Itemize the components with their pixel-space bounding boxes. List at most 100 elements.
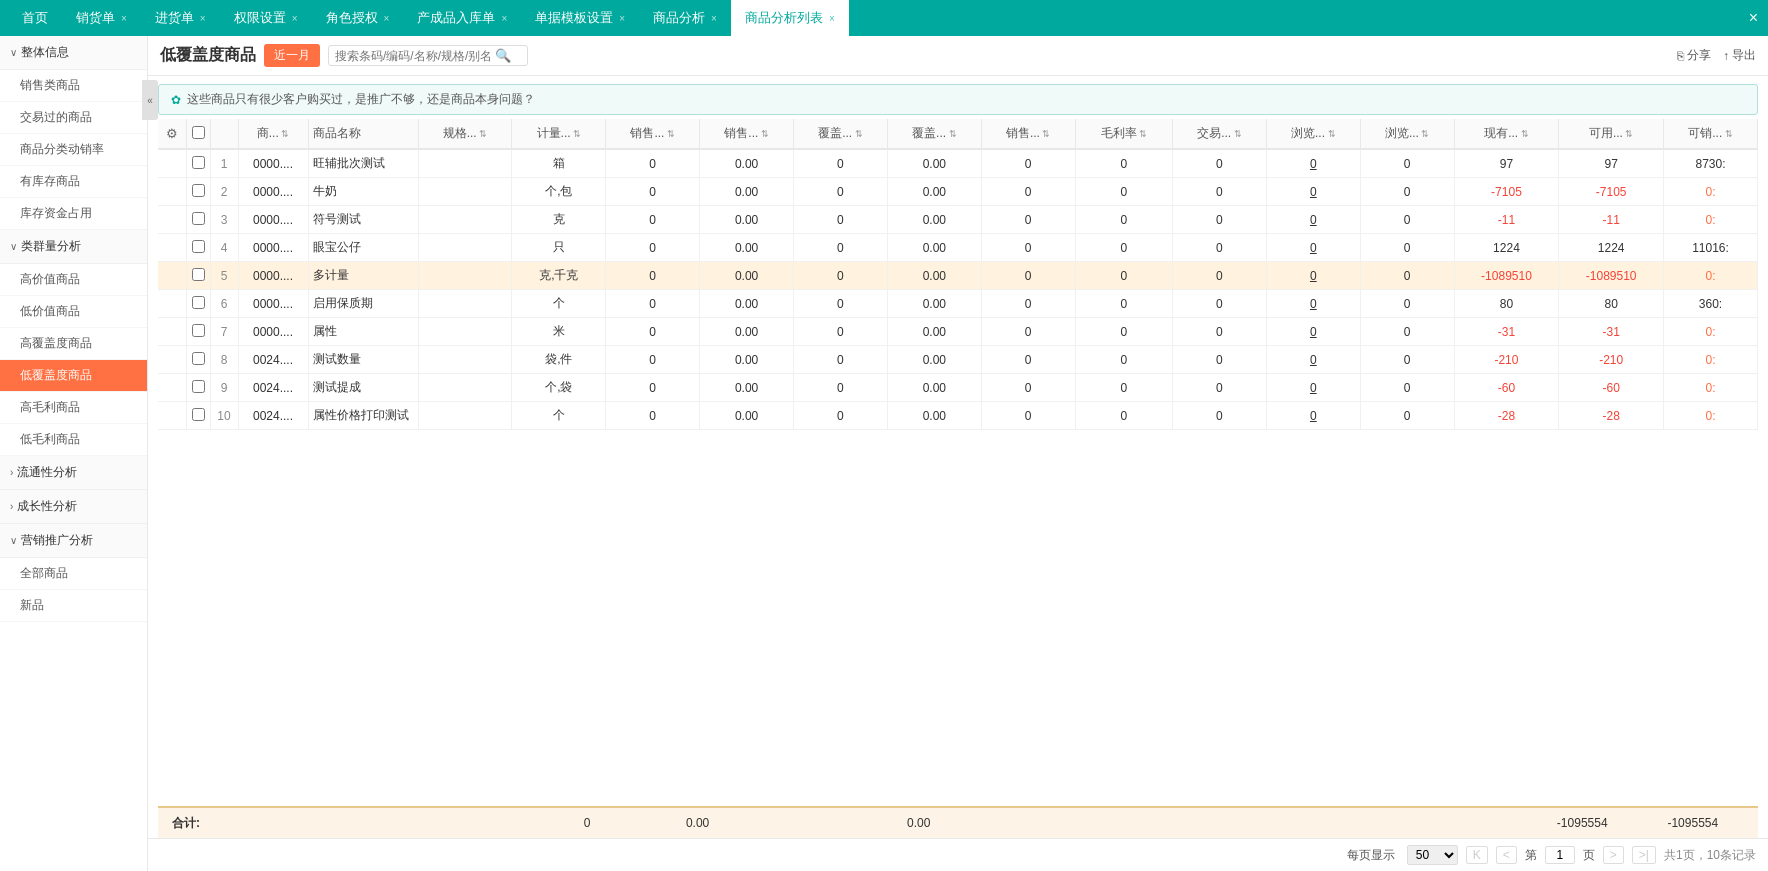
col-view1-header[interactable]: 浏览... ⇅ — [1266, 119, 1360, 149]
row-checkbox-0[interactable] — [192, 156, 205, 169]
col-usable-header[interactable]: 可用... ⇅ — [1559, 119, 1664, 149]
cell-check-4[interactable] — [186, 262, 210, 290]
nav-purchase-order[interactable]: 进货单 × — [141, 0, 220, 36]
sidebar-item-high-margin[interactable]: 高毛利商品 — [0, 392, 147, 424]
col-sales1-header[interactable]: 销售... ⇅ — [606, 119, 700, 149]
cell-view1-5[interactable]: 0 — [1266, 290, 1360, 318]
settings-gear-icon[interactable]: ⚙ — [166, 126, 178, 141]
sidebar-item-in-stock[interactable]: 有库存商品 — [0, 166, 147, 198]
row-checkbox-3[interactable] — [192, 240, 205, 253]
sidebar-item-high-coverage[interactable]: 高覆盖度商品 — [0, 328, 147, 360]
cell-view1-1[interactable]: 0 — [1266, 178, 1360, 206]
cell-view1-9[interactable]: 0 — [1266, 402, 1360, 430]
col-spec-header[interactable]: 规格... ⇅ — [418, 119, 512, 149]
sidebar-item-stock-capital[interactable]: 库存资金占用 — [0, 198, 147, 230]
cell-cover2-4: 0.00 — [887, 262, 981, 290]
sidebar-item-low-value[interactable]: 低价值商品 — [0, 296, 147, 328]
col-cover1-header[interactable]: 覆盖... ⇅ — [794, 119, 888, 149]
sidebar-collapse-button[interactable]: « — [142, 80, 158, 120]
row-checkbox-7[interactable] — [192, 352, 205, 365]
col-code-header[interactable]: 商... ⇅ — [238, 119, 308, 149]
row-checkbox-6[interactable] — [192, 324, 205, 337]
sidebar-item-traded-goods[interactable]: 交易过的商品 — [0, 102, 147, 134]
nav-product-analysis-list[interactable]: 商品分析列表 × — [731, 0, 849, 36]
last-page-btn[interactable]: >| — [1632, 846, 1656, 864]
col-settings-header[interactable]: ⚙ — [158, 119, 186, 149]
prev-page-btn[interactable]: < — [1496, 846, 1517, 864]
nav-template-settings[interactable]: 单据模板设置 × — [521, 0, 639, 36]
sidebar-section-marketing[interactable]: ∨ 营销推广分析 — [0, 524, 147, 558]
sidebar-item-low-margin[interactable]: 低毛利商品 — [0, 424, 147, 456]
sidebar-section-circulation[interactable]: › 流通性分析 — [0, 456, 147, 490]
col-trade-header[interactable]: 交易... ⇅ — [1172, 119, 1266, 149]
nav-home[interactable]: 首页 — [8, 0, 62, 36]
sidebar-item-low-coverage[interactable]: 低覆盖度商品 — [0, 360, 147, 392]
sidebar-section-growth[interactable]: › 成长性分析 — [0, 490, 147, 524]
cell-check-1[interactable] — [186, 178, 210, 206]
cell-check-0[interactable] — [186, 149, 210, 178]
cell-view1-8[interactable]: 0 — [1266, 374, 1360, 402]
nav-role-auth[interactable]: 角色授权 × — [312, 0, 404, 36]
cell-view1-2[interactable]: 0 — [1266, 206, 1360, 234]
nav-product-analysis[interactable]: 商品分析 × — [639, 0, 731, 36]
cell-view1-0[interactable]: 0 — [1266, 149, 1360, 178]
select-all-checkbox[interactable] — [192, 126, 205, 139]
filter-recent-month-btn[interactable]: 近一月 — [264, 44, 320, 67]
close-product-analysis-icon[interactable]: × — [711, 13, 717, 24]
window-close-btn[interactable]: × — [1749, 9, 1758, 27]
close-sales-order-icon[interactable]: × — [121, 13, 127, 24]
col-grossrate-header[interactable]: 毛利率 ⇅ — [1075, 119, 1172, 149]
sidebar-item-sales-goods[interactable]: 销售类商品 — [0, 70, 147, 102]
cell-view1-7[interactable]: 0 — [1266, 346, 1360, 374]
col-sales2-header[interactable]: 销售... ⇅ — [700, 119, 794, 149]
nav-sales-order[interactable]: 销货单 × — [62, 0, 141, 36]
sidebar-item-high-value[interactable]: 高价值商品 — [0, 264, 147, 296]
cell-check-3[interactable] — [186, 234, 210, 262]
sidebar-section-overall[interactable]: ∨ 整体信息 — [0, 36, 147, 70]
col-view2-header[interactable]: 浏览... ⇅ — [1360, 119, 1454, 149]
row-checkbox-4[interactable] — [192, 268, 205, 281]
cell-check-2[interactable] — [186, 206, 210, 234]
col-unit-header[interactable]: 计量... ⇅ — [512, 119, 606, 149]
close-permissions-icon[interactable]: × — [292, 13, 298, 24]
col-check-header[interactable] — [186, 119, 210, 149]
search-input[interactable] — [335, 49, 495, 63]
row-checkbox-8[interactable] — [192, 380, 205, 393]
page-size-select[interactable]: 50 10 20 100 — [1407, 845, 1458, 865]
col-sales3-header[interactable]: 销售... ⇅ — [981, 119, 1075, 149]
close-product-analysis-list-icon[interactable]: × — [829, 13, 835, 24]
cell-check-6[interactable] — [186, 318, 210, 346]
close-product-warehouse-icon[interactable]: × — [501, 13, 507, 24]
row-checkbox-5[interactable] — [192, 296, 205, 309]
cell-check-9[interactable] — [186, 402, 210, 430]
sidebar-section-category-analysis[interactable]: ∨ 类群量分析 — [0, 230, 147, 264]
col-cover2-header[interactable]: 覆盖... ⇅ — [887, 119, 981, 149]
row-checkbox-1[interactable] — [192, 184, 205, 197]
cell-view1-6[interactable]: 0 — [1266, 318, 1360, 346]
share-button[interactable]: ⎘ 分享 — [1677, 47, 1711, 64]
page-number-input[interactable] — [1545, 846, 1575, 864]
row-checkbox-2[interactable] — [192, 212, 205, 225]
next-page-btn[interactable]: > — [1603, 846, 1624, 864]
nav-permissions[interactable]: 权限设置 × — [220, 0, 312, 36]
sidebar-item-new-goods[interactable]: 新品 — [0, 590, 147, 622]
col-current-header[interactable]: 现有... ⇅ — [1454, 119, 1559, 149]
close-template-icon[interactable]: × — [619, 13, 625, 24]
col-name-header: 商品名称 — [308, 119, 418, 149]
sidebar-item-category-rate[interactable]: 商品分类动销率 — [0, 134, 147, 166]
close-purchase-order-icon[interactable]: × — [200, 13, 206, 24]
close-role-auth-icon[interactable]: × — [384, 13, 390, 24]
search-icon[interactable]: 🔍 — [495, 48, 511, 63]
cell-view1-3[interactable]: 0 — [1266, 234, 1360, 262]
cell-check-8[interactable] — [186, 374, 210, 402]
col-saleable-header[interactable]: 可销... ⇅ — [1664, 119, 1758, 149]
first-page-btn[interactable]: K — [1466, 846, 1488, 864]
export-button[interactable]: ↑ 导出 — [1723, 47, 1756, 64]
sidebar-item-all-goods[interactable]: 全部商品 — [0, 558, 147, 590]
cell-check-7[interactable] — [186, 346, 210, 374]
cell-view1-4[interactable]: 0 — [1266, 262, 1360, 290]
row-checkbox-9[interactable] — [192, 408, 205, 421]
nav-product-warehouse[interactable]: 产成品入库单 × — [403, 0, 521, 36]
cell-current-0: 97 — [1454, 149, 1559, 178]
cell-check-5[interactable] — [186, 290, 210, 318]
